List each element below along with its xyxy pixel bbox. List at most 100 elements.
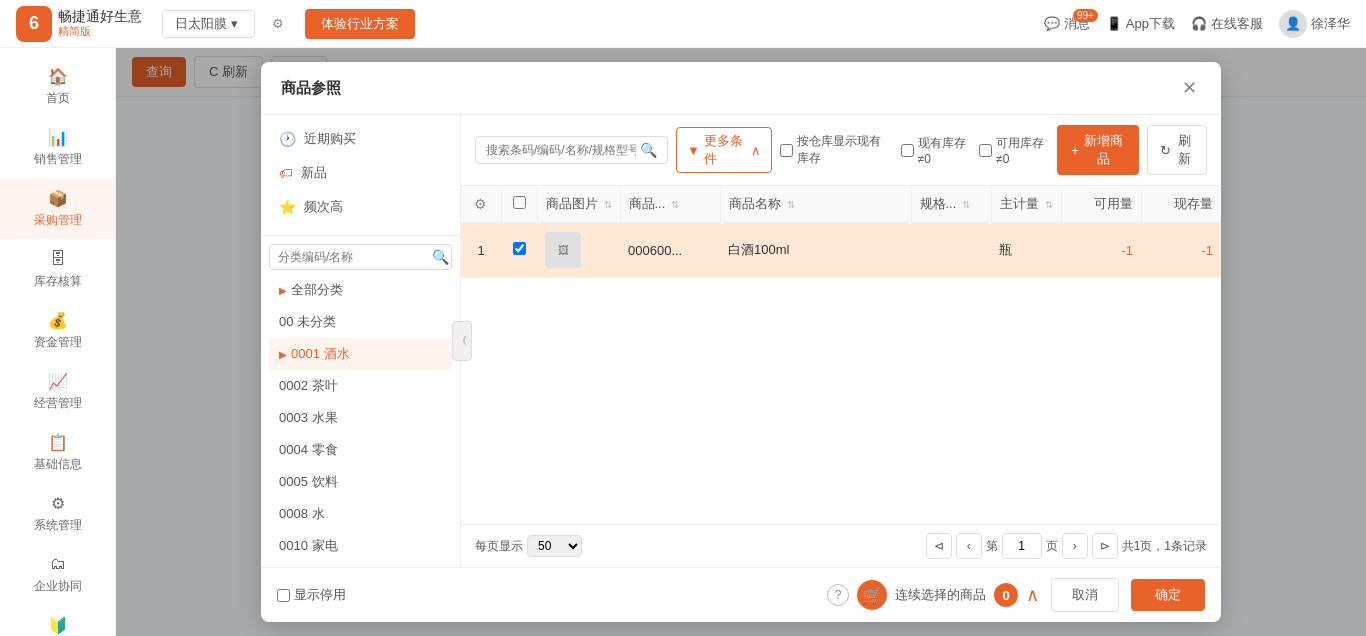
show-disabled-checkbox[interactable] (277, 589, 290, 602)
category-00[interactable]: 00 未分类 (269, 306, 452, 338)
prev-page-button[interactable]: ‹ (956, 533, 982, 559)
cell-spec (911, 223, 991, 278)
operation-icon: 📈 (48, 371, 68, 391)
product-search-wrap: 🔍 (475, 136, 668, 164)
left-tabs: 🕐 近期购买 🏷 新品 ⭐ 频次高 (261, 123, 460, 223)
category-0003[interactable]: 0003 水果 (269, 402, 452, 434)
sidebar-item-basic[interactable]: 📋 基础信息 (0, 422, 115, 483)
sidebar-item-system[interactable]: ⚙ 系统管理 (0, 483, 115, 544)
help-icon[interactable]: ? (827, 584, 849, 606)
cart-collapse-icon[interactable]: ∧ (1026, 584, 1039, 606)
category-search-input[interactable] (278, 250, 428, 264)
inventory-icon: 🗄 (48, 249, 68, 269)
category-0004[interactable]: 0004 零食 (269, 434, 452, 466)
basic-icon: 📋 (48, 432, 68, 452)
th-checkbox (501, 186, 537, 223)
sidebar-item-sales[interactable]: 📊 销售管理 (0, 117, 115, 178)
new-products-tab[interactable]: 🏷 新品 (269, 157, 452, 189)
category-search-icon[interactable]: 🔍 (432, 249, 449, 265)
sidebar-item-home[interactable]: 🏠 首页 (0, 56, 115, 117)
category-all[interactable]: ▶ 全部分类 (269, 274, 452, 306)
category-0010[interactable]: 0010 家电 (269, 530, 452, 559)
nav-right: 💬 消息 99+ 📱 App下载 🎧 在线客服 👤 徐泽华 (1044, 10, 1350, 38)
image-icon: 🖼 (558, 244, 569, 256)
product-search-bar: 🔍 ▼ 更多条件 ∧ 按仓库显示现有库存 (461, 115, 1221, 186)
finance-icon: 💰 (48, 310, 68, 330)
store-select[interactable]: 日太阳膜 ▾ (162, 10, 255, 38)
frequent-tab[interactable]: ⭐ 频次高 (269, 191, 452, 223)
message-badge: 99+ (1073, 9, 1098, 22)
nonzero-stock-checkbox[interactable] (901, 144, 914, 157)
code-sort[interactable]: 商品... ⇅ (629, 195, 712, 213)
user-nav[interactable]: 👤 徐泽华 (1279, 10, 1350, 38)
more-filters-button[interactable]: ▼ 更多条件 ∧ (676, 127, 772, 173)
product-thumbnail: 🖼 (545, 232, 581, 268)
clock-icon: 🕐 (279, 131, 296, 147)
sales-icon: 📊 (48, 127, 68, 147)
recent-purchase-tab[interactable]: 🕐 近期购买 (269, 123, 452, 155)
category-0002[interactable]: 0002 茶叶 (269, 370, 452, 402)
sidebar-item-inventory[interactable]: 🗄 库存核算 (0, 239, 115, 300)
cell-stock: -1 (1141, 223, 1221, 278)
confirm-button[interactable]: 确定 (1131, 579, 1205, 611)
collapse-panel-button[interactable]: 《 (452, 321, 472, 361)
page-size-select[interactable]: 10 20 50 100 (527, 535, 582, 557)
column-settings-icon[interactable]: ⚙ (474, 196, 487, 212)
first-page-button[interactable]: ⊲ (926, 533, 952, 559)
message-icon: 💬 (1044, 16, 1060, 31)
warehouse-stock-checkbox[interactable] (780, 144, 793, 157)
row-checkbox[interactable] (513, 242, 526, 255)
sidebar-item-guide[interactable]: 🔰 新手引导 (0, 605, 115, 636)
table-header-row: ⚙ 商品图片 ⇅ (461, 186, 1221, 223)
cart-section: ? 🛒 连续选择的商品 0 ∧ (827, 580, 1039, 610)
close-button[interactable]: ✕ (1177, 76, 1201, 100)
main-layout: 🏠 首页 📊 销售管理 📦 采购管理 🗄 库存核算 💰 资金管理 📈 经营管理 … (0, 48, 1366, 636)
settings-icon[interactable]: ⚙ (263, 9, 293, 39)
headphone-icon: 🎧 (1191, 16, 1207, 31)
category-0008[interactable]: 0008 水 (269, 498, 452, 530)
customer-service-nav[interactable]: 🎧 在线客服 (1191, 15, 1263, 33)
spec-sort-icon: ⇅ (962, 199, 970, 210)
app-download-nav[interactable]: 📱 App下载 (1106, 15, 1175, 33)
top-nav: 6 畅捷通好生意 精简版 日太阳膜 ▾ ⚙ 体验行业方案 💬 消息 99+ 📱 … (0, 0, 1366, 48)
last-page-button[interactable]: ⊳ (1092, 533, 1118, 559)
name-sort[interactable]: 商品名称 ⇅ (729, 195, 903, 213)
product-search-input[interactable] (486, 143, 636, 157)
cell-image: 🖼 (537, 223, 620, 278)
active-expand-icon: ▶ (279, 349, 287, 360)
refresh-button[interactable]: ↻ 刷新 (1147, 125, 1207, 175)
category-0001[interactable]: ▶ 0001 酒水 (269, 338, 452, 370)
th-spec: 规格... ⇅ (911, 186, 991, 223)
th-settings: ⚙ (461, 186, 501, 223)
sidebar-item-finance[interactable]: 💰 资金管理 (0, 300, 115, 361)
sidebar-item-purchase[interactable]: 📦 采购管理 (0, 178, 115, 239)
logo-icon: 6 (16, 6, 52, 42)
trial-button[interactable]: 体验行业方案 (305, 9, 415, 39)
category-0005[interactable]: 0005 饮料 (269, 466, 452, 498)
nonzero-stock-checkbox-wrap: 现有库存≠0 (901, 135, 971, 166)
expand-icon: ▶ (279, 285, 287, 296)
image-sort[interactable]: 商品图片 ⇅ (546, 195, 612, 213)
sidebar-item-operation[interactable]: 📈 经营管理 (0, 361, 115, 422)
spec-sort[interactable]: 规格... ⇅ (920, 195, 983, 213)
messages-nav[interactable]: 💬 消息 99+ (1044, 15, 1090, 33)
page-number-input[interactable] (1002, 533, 1042, 559)
th-code: 商品... ⇅ (620, 186, 720, 223)
cancel-button[interactable]: 取消 (1051, 578, 1119, 612)
next-page-button[interactable]: › (1062, 533, 1088, 559)
guide-icon: 🔰 (48, 615, 68, 635)
avail-stock-checkbox[interactable] (979, 144, 992, 157)
unit-sort[interactable]: 主计量 ⇅ (1000, 195, 1053, 213)
page-total: 共1页，1条记录 (1122, 538, 1207, 555)
sidebar-item-corp[interactable]: 🗂 企业协同 (0, 544, 115, 605)
table-row[interactable]: 1 🖼 (461, 223, 1221, 278)
right-panel: 🔍 ▼ 更多条件 ∧ 按仓库显示现有库存 (461, 115, 1221, 567)
select-all-checkbox[interactable] (513, 196, 526, 209)
system-icon: ⚙ (48, 493, 68, 513)
page-label: 第 (986, 538, 998, 555)
search-bar-actions: + 新增商品 ↻ 刷新 (1057, 125, 1207, 175)
search-icon[interactable]: 🔍 (640, 142, 657, 158)
add-product-button[interactable]: + 新增商品 (1057, 125, 1138, 175)
cart-icon[interactable]: 🛒 (857, 580, 887, 610)
th-image: 商品图片 ⇅ (537, 186, 620, 223)
